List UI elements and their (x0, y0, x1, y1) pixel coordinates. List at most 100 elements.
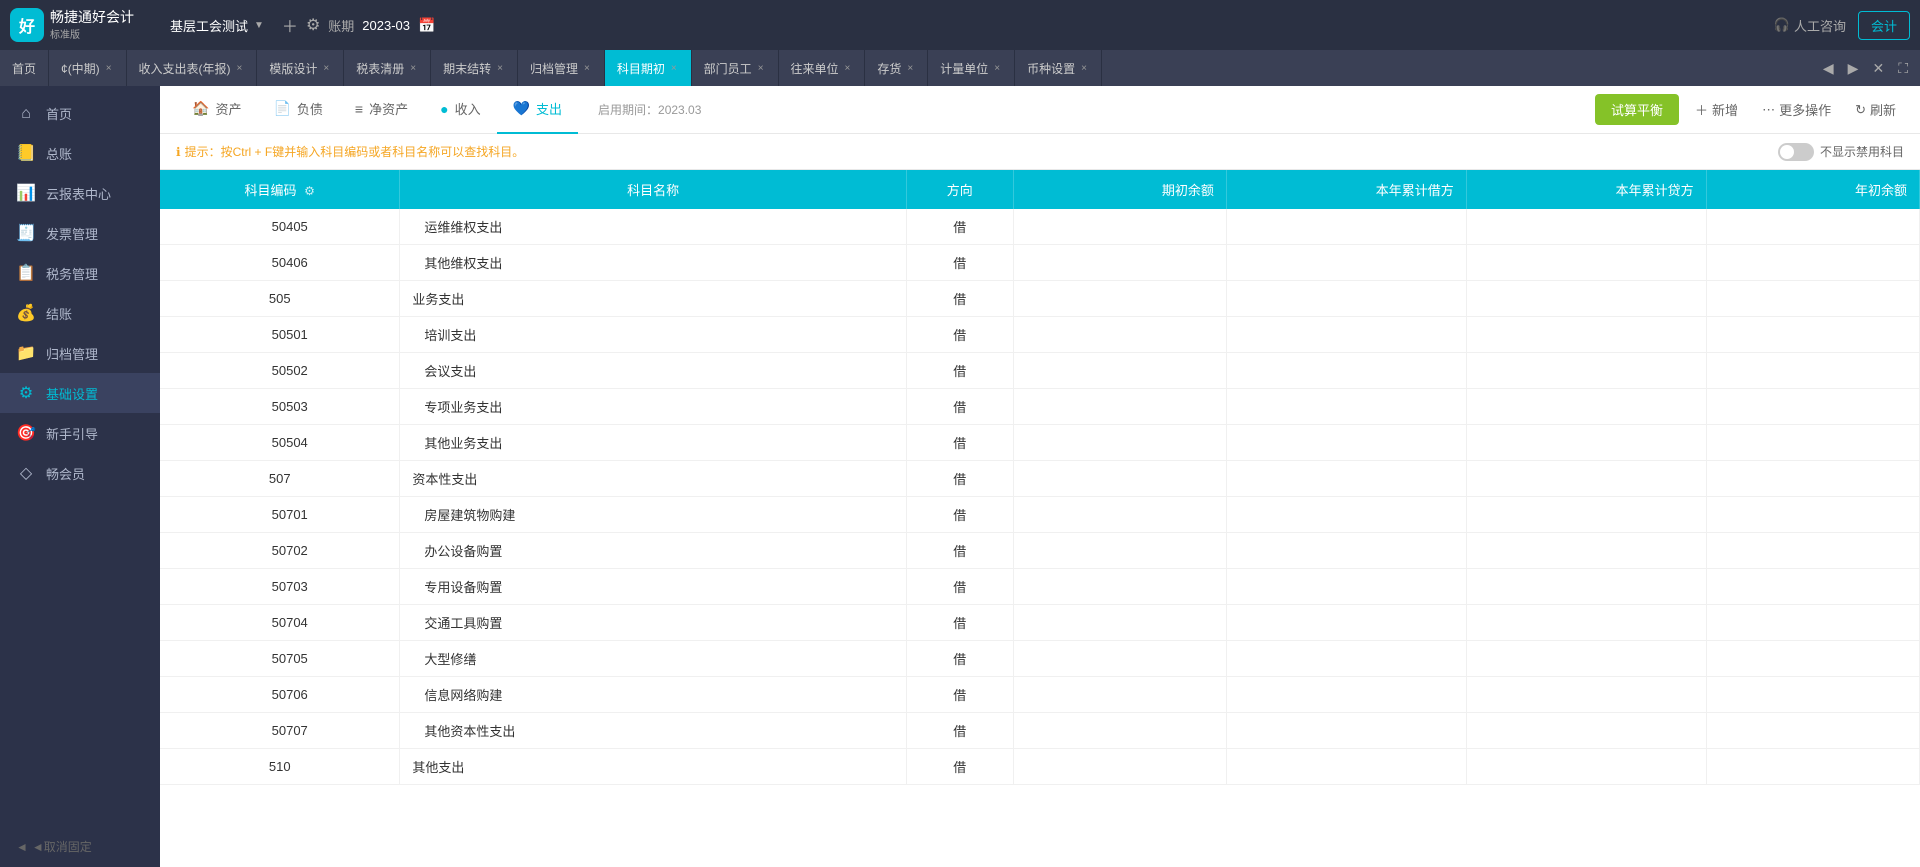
cell-ytd-credit (1466, 677, 1706, 713)
sidebar-nav: ⌂ 首页 📒 总账 📊 云报表中心 🧾 发票管理 📋 税务管理 💰 结账 (0, 86, 160, 826)
cell-code: 50705 (160, 641, 400, 677)
tab-dept-staff[interactable]: 部门员工 × (692, 50, 779, 86)
tab-template-close[interactable]: × (321, 61, 331, 76)
tab-taxform[interactable]: 税表清册 × (344, 50, 431, 86)
tab-inventory-close[interactable]: × (905, 61, 915, 76)
tab-annual-close[interactable]: × (235, 61, 245, 76)
disabled-toggle-switch[interactable] (1778, 143, 1814, 161)
cell-ytd-debit (1226, 713, 1466, 749)
sub-tab-asset-label: 资产 (215, 99, 241, 118)
balance-button[interactable]: 试算平衡 (1595, 94, 1679, 125)
cell-ytd-debit (1226, 461, 1466, 497)
sidebar-pin-toggle[interactable]: ◄ ◄取消固定 (16, 838, 144, 855)
cell-name: 房屋建筑物购建 (400, 497, 907, 533)
tab-inventory[interactable]: 存货 × (865, 50, 928, 86)
table-row[interactable]: 50704交通工具购置借 (160, 605, 1920, 641)
cell-name: 会议支出 (400, 353, 907, 389)
calendar-icon[interactable]: 📅 (418, 17, 435, 34)
cell-ytd-credit (1466, 209, 1706, 245)
sub-tab-asset[interactable]: 🏠 资产 (176, 86, 257, 134)
table-row[interactable]: 50707其他资本性支出借 (160, 713, 1920, 749)
sidebar-item-archive[interactable]: 📁 归档管理 (0, 333, 160, 373)
tab-zhongqi-close[interactable]: × (104, 61, 114, 76)
tab-archive-close[interactable]: × (582, 61, 592, 76)
more-operations-button[interactable]: ⋯ 更多操作 (1754, 96, 1839, 123)
table-container[interactable]: 科目编码 ⚙ 科目名称 方向 期初余额 本年累计借方 本年累计贷方 年初余额 5… (160, 170, 1920, 867)
company-selector[interactable]: 基层工会测试 ▼ (170, 16, 264, 35)
tab-unit[interactable]: 计量单位 × (928, 50, 1015, 86)
tab-unit-close[interactable]: × (992, 61, 1002, 76)
table-row[interactable]: 507资本性支出借 (160, 461, 1920, 497)
sub-tab-liability[interactable]: 📄 负债 (257, 86, 338, 134)
tab-fullscreen-icon[interactable]: ⛶ (1894, 58, 1912, 79)
tab-partner-close[interactable]: × (843, 61, 853, 76)
sidebar-footer[interactable]: ◄ ◄取消固定 (0, 826, 160, 867)
cell-code: 510 (160, 749, 400, 785)
tab-annual[interactable]: 收入支出表(年报) × (127, 50, 258, 86)
table-row[interactable]: 50701房屋建筑物购建借 (160, 497, 1920, 533)
cell-balance (1013, 605, 1226, 641)
table-row[interactable]: 505业务支出借 (160, 281, 1920, 317)
table-row[interactable]: 510其他支出借 (160, 749, 1920, 785)
tab-subject-init-close[interactable]: × (669, 61, 679, 76)
tab-subject-init[interactable]: 科目期初 × (605, 50, 692, 86)
add-tab-icon[interactable]: ＋ (282, 13, 298, 37)
main-layout: ⌂ 首页 📒 总账 📊 云报表中心 🧾 发票管理 📋 税务管理 💰 结账 (0, 86, 1920, 867)
col-settings-icon[interactable]: ⚙ (304, 184, 315, 198)
tab-home[interactable]: 首页 (0, 50, 49, 86)
table-row[interactable]: 50703专用设备购置借 (160, 569, 1920, 605)
tab-taxform-close[interactable]: × (408, 61, 418, 76)
table-row[interactable]: 50501培训支出借 (160, 317, 1920, 353)
human-service-btn[interactable]: 🎧 人工咨询 (1774, 16, 1846, 35)
kuaiji-button[interactable]: 会计 (1858, 11, 1910, 40)
tab-scroll-right-icon[interactable]: ▶ (1844, 58, 1863, 79)
sidebar-item-checkout[interactable]: 💰 结账 (0, 293, 160, 333)
sidebar-item-home[interactable]: ⌂ 首页 (0, 94, 160, 133)
sub-tab-income[interactable]: ● 收入 (424, 86, 496, 134)
cell-direction: 借 (906, 713, 1013, 749)
hint-message: 提示：按Ctrl + F键并输入科目编码或者科目名称可以查找科目。 (185, 143, 525, 160)
table-row[interactable]: 50502会议支出借 (160, 353, 1920, 389)
cell-code: 50706 (160, 677, 400, 713)
sub-tab-income-label: 收入 (455, 99, 481, 118)
tab-currency-close[interactable]: × (1079, 61, 1089, 76)
table-row[interactable]: 50503专项业务支出借 (160, 389, 1920, 425)
tab-period-end[interactable]: 期末结转 × (431, 50, 518, 86)
cell-name: 专用设备购置 (400, 569, 907, 605)
table-row[interactable]: 50406其他维权支出借 (160, 245, 1920, 281)
table-row[interactable]: 50702办公设备购置借 (160, 533, 1920, 569)
tab-zhongqi[interactable]: ¢(中期) × (49, 50, 127, 86)
ledger-icon: 📒 (16, 143, 36, 163)
table-row[interactable]: 50705大型修缮借 (160, 641, 1920, 677)
sidebar-item-tax[interactable]: 📋 税务管理 (0, 253, 160, 293)
sidebar-item-settings[interactable]: ⚙ 基础设置 (0, 373, 160, 413)
tab-currency[interactable]: 币种设置 × (1015, 50, 1102, 86)
cell-year-balance (1706, 605, 1919, 641)
sub-tab-equity[interactable]: ≡ 净资产 (339, 86, 424, 134)
table-row[interactable]: 50706信息网络购建借 (160, 677, 1920, 713)
table-row[interactable]: 50405运维维权支出借 (160, 209, 1920, 245)
table-row[interactable]: 50504其他业务支出借 (160, 425, 1920, 461)
sidebar-item-invoice[interactable]: 🧾 发票管理 (0, 213, 160, 253)
sidebar-item-guide[interactable]: 🎯 新手引导 (0, 413, 160, 453)
sidebar-item-archive-label: 归档管理 (46, 344, 98, 363)
tab-template[interactable]: 模版设计 × (257, 50, 344, 86)
tab-close-all-icon[interactable]: ✕ (1868, 58, 1888, 79)
tab-partner[interactable]: 往来单位 × (779, 50, 866, 86)
tab-archive[interactable]: 归档管理 × (518, 50, 605, 86)
sub-tab-expense[interactable]: 💙 支出 (497, 86, 578, 134)
tab-dept-staff-close[interactable]: × (756, 61, 766, 76)
sidebar-item-ledger[interactable]: 📒 总账 (0, 133, 160, 173)
sidebar-item-reports[interactable]: 📊 云报表中心 (0, 173, 160, 213)
sidebar-item-member[interactable]: ◇ 畅会员 (0, 453, 160, 493)
tab-template-label: 模版设计 (269, 60, 317, 77)
col-header-direction: 方向 (906, 170, 1013, 209)
add-button[interactable]: ＋ 新增 (1687, 96, 1746, 123)
refresh-button[interactable]: ↻ 刷新 (1847, 96, 1904, 123)
tab-scroll-left-icon[interactable]: ◀ (1819, 58, 1838, 79)
cell-balance (1013, 497, 1226, 533)
tab-period-end-close[interactable]: × (495, 61, 505, 76)
cell-direction: 借 (906, 389, 1013, 425)
settings-icon[interactable]: ⚙ (306, 15, 320, 35)
cell-direction: 借 (906, 569, 1013, 605)
